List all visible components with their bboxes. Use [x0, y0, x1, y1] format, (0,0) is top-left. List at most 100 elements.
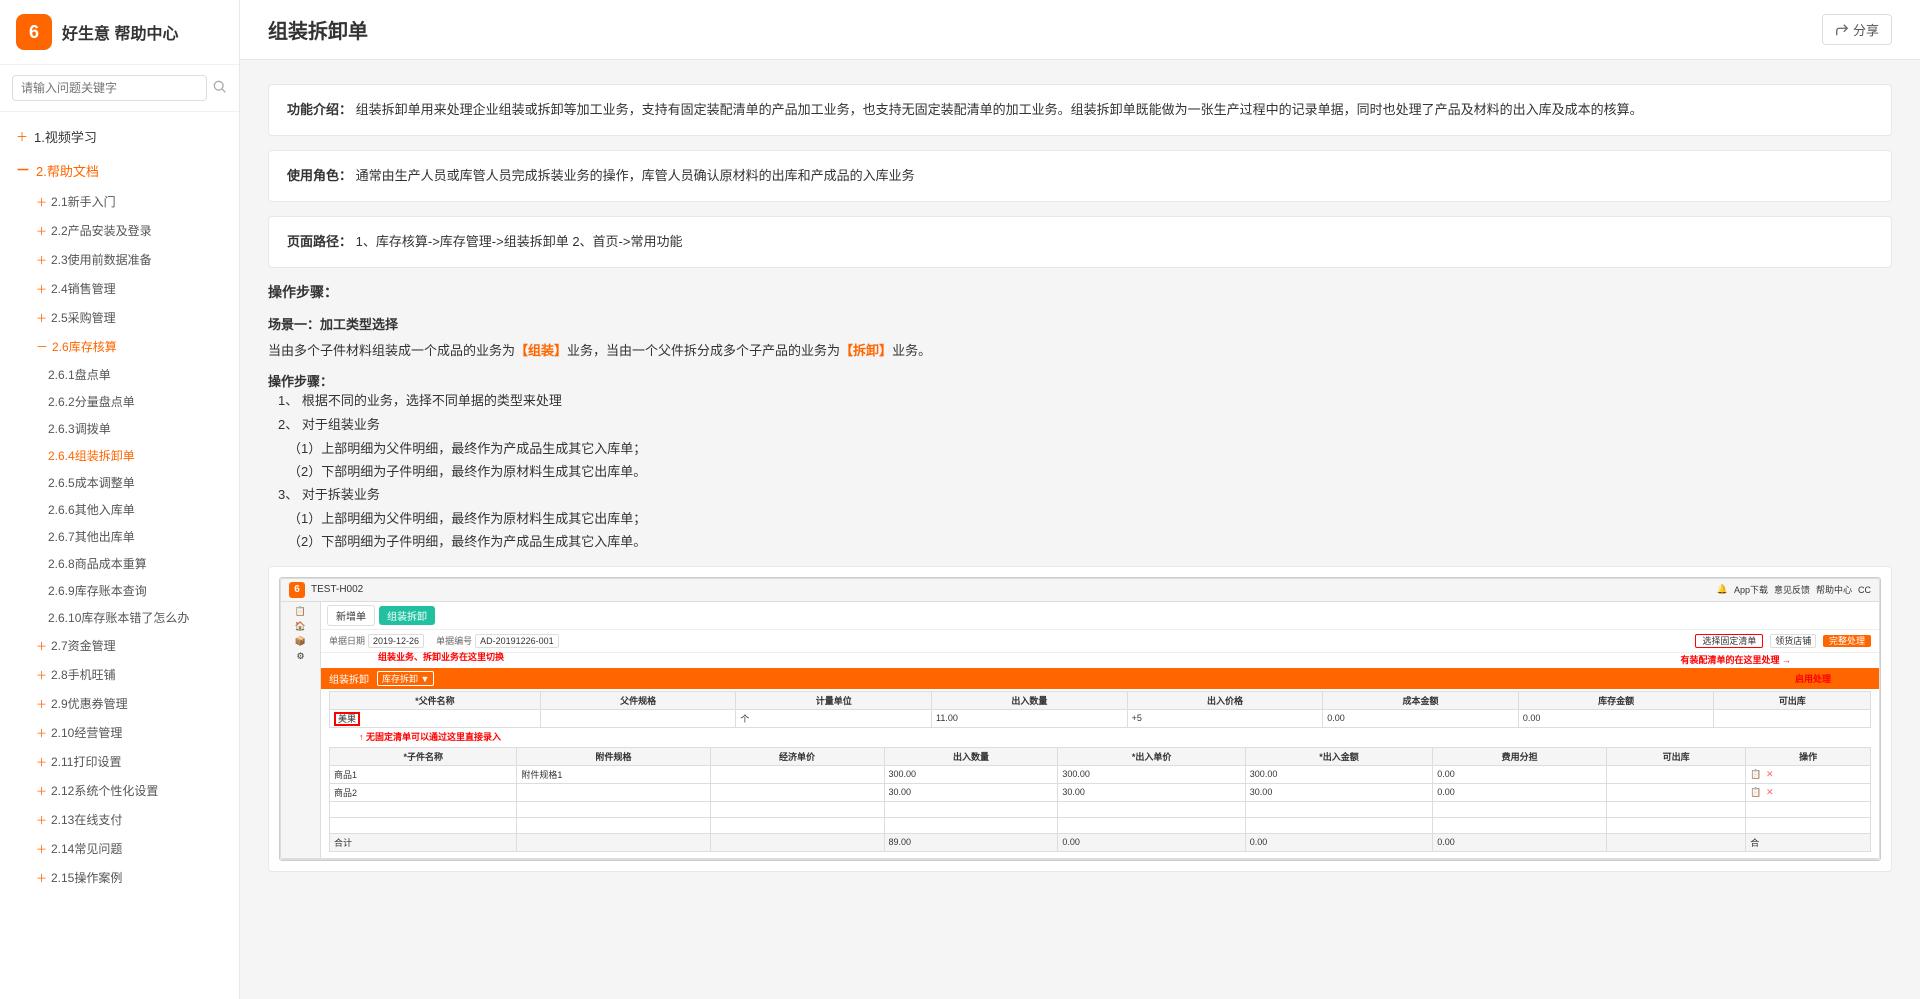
logo-icon: 6 — [16, 14, 52, 50]
step-1: 1、 根据不同的业务，选择不同单据的类型来处理 — [268, 390, 1892, 409]
sub-th-op: 操作 — [1746, 747, 1871, 765]
mock-ann-nolist: ↑ 无固定清单可以通过这里直接录入 — [359, 730, 501, 743]
sidebar-item-coupon[interactable]: ＋ 2.9优惠券管理 — [20, 689, 239, 718]
sub-td-amt-2: 30.00 — [1245, 783, 1432, 801]
scenario-1: 场景一：加工类型选择 当由多个子件材料组装成一个成品的业务为【组装】业务，当由一… — [268, 314, 1892, 549]
sub-th-share: 费用分担 — [1433, 747, 1607, 765]
sidebar-item-newbie[interactable]: ＋ 2.1新手入门 — [20, 187, 239, 216]
sidebar-item-cases[interactable]: ＋ 2.15操作案例 — [20, 863, 239, 892]
sidebar-item-finance[interactable]: ＋ 2.7资金管理 — [20, 631, 239, 660]
plus-icon: ＋ — [36, 812, 47, 828]
mock-left-icons: 📋 🏠 📦 ⚙ — [281, 602, 321, 858]
share-label: 分享 — [1853, 20, 1879, 39]
sidebar-item-other-outbound[interactable]: 2.6.7其他出库单 — [32, 523, 239, 550]
mock-parent-table: *父件名称 父件规格 计量单位 出入数量 出入价格 成本金额 库存金额 — [329, 691, 1871, 728]
delete-icon-2: ✕ — [1766, 787, 1774, 797]
td-inv: 0.00 — [1518, 709, 1714, 727]
sidebar: 6 好生意 帮助中心 ＋ 1.视频学习 － 2.帮助文档 — [0, 0, 240, 999]
search-input[interactable] — [12, 75, 207, 101]
path-label: 页面路径： — [287, 234, 352, 249]
td-price: +5 — [1127, 709, 1323, 727]
empty-4-8 — [1607, 817, 1746, 833]
item-label: 2.1新手入门 — [51, 193, 116, 210]
footer-empty-8 — [1607, 833, 1746, 851]
search-button[interactable] — [213, 80, 227, 97]
sidebar-item-cost-adjust[interactable]: 2.6.5成本调整单 — [32, 469, 239, 496]
sidebar-item-install[interactable]: ＋ 2.2产品安装及登录 — [20, 216, 239, 245]
share-button[interactable]: 分享 — [1822, 14, 1892, 45]
th-price: 出入价格 — [1127, 691, 1323, 709]
sub-td-op-1: 📋 ✕ — [1746, 765, 1871, 783]
page-header: 组装拆卸单 分享 — [240, 0, 1920, 60]
empty-4-6 — [1245, 817, 1432, 833]
empty-3-3 — [710, 801, 884, 817]
plus-icon: ＋ — [36, 252, 47, 268]
mock-orange-bar: 组装拆卸 库存拆卸 ▼ 组装业务、拆卸业务在这里切换 启用处理 — [321, 668, 1879, 689]
sidebar-item-transfer[interactable]: 2.6.3调拨单 — [32, 415, 239, 442]
sidebar-nav: ＋ 1.视频学习 － 2.帮助文档 ＋ 2.1新手入门 ＋ 2.2产品安装及登录 — [0, 112, 239, 999]
item-label: 2.14常见问题 — [51, 840, 122, 857]
sidebar-item-assembly[interactable]: 2.6.4组装拆卸单 — [32, 442, 239, 469]
mock-nav-icon2: 🏠 — [295, 621, 306, 632]
sidebar-item-mobile[interactable]: ＋ 2.8手机旺铺 — [20, 660, 239, 689]
sidebar-item-management[interactable]: ＋ 2.10经营管理 — [20, 718, 239, 747]
sidebar-item-inventory-ledger[interactable]: 2.6.9库存账本查询 — [32, 577, 239, 604]
sub-th-name: *子件名称 — [330, 747, 517, 765]
sidebar-item-other-inbound[interactable]: 2.6.6其他入库单 — [32, 496, 239, 523]
scenario-op-steps-label: 操作步骤： — [268, 371, 1892, 390]
footer-total-c: 0.00 — [1245, 833, 1432, 851]
footer-empty-3 — [710, 833, 884, 851]
item-label: 2.2产品安装及登录 — [51, 222, 152, 239]
sidebar-item-ledger-error[interactable]: 2.6.10库存账本错了怎么办 — [32, 604, 239, 631]
sidebar-item-partial-stocktake[interactable]: 2.6.2分量盘点单 — [32, 388, 239, 415]
empty-3-6 — [1245, 801, 1432, 817]
sidebar-item-personalize[interactable]: ＋ 2.12系统个性化设置 — [20, 776, 239, 805]
sidebar-item-payment[interactable]: ＋ 2.13在线支付 — [20, 805, 239, 834]
sub-td-price-2 — [710, 783, 884, 801]
mock-type-select: 库存拆卸 ▼ 组装业务、拆卸业务在这里切换 — [377, 671, 434, 686]
share-icon — [1835, 23, 1849, 37]
footer-total-p: 0.00 — [1058, 833, 1245, 851]
item-label: 2.9优惠券管理 — [51, 695, 128, 712]
item-label: 2.13在线支付 — [51, 811, 122, 828]
mock-help2: 帮助中心 — [1816, 583, 1852, 596]
step-2-sub-2: （2）下部明细为子件明细，最终作为原材料生成其它出库单。 — [268, 461, 1892, 480]
plus-icon: ＋ — [36, 783, 47, 799]
empty-4-2 — [517, 817, 710, 833]
path-intro-box: 页面路径： 1、库存核算->库存管理->组装拆卸单 2、首页->常用功能 — [268, 216, 1892, 268]
operation-steps-section: 操作步骤： 场景一：加工类型选择 当由多个子件材料组装成一个成品的业务为【组装】… — [268, 282, 1892, 871]
delete-icon: ✕ — [1766, 769, 1774, 779]
mock-complete-btn: 完整处理 — [1823, 635, 1871, 647]
sidebar-item-faq[interactable]: ＋ 2.14常见问题 — [20, 834, 239, 863]
sidebar-item-data-prep[interactable]: ＋ 2.3使用前数据准备 — [20, 245, 239, 274]
empty-4-3 — [710, 817, 884, 833]
nav-section-2: － 2.帮助文档 ＋ 2.1新手入门 ＋ 2.2产品安装及登录 ＋ 2.3使用前… — [0, 153, 239, 892]
sidebar-item-sales[interactable]: ＋ 2.4销售管理 — [20, 274, 239, 303]
mock-fixed-assembly: 选择固定清单 — [1695, 634, 1763, 648]
sidebar-item-inventory[interactable]: － 2.6库存核算 — [20, 332, 239, 361]
mock-tab-new: 新增单 — [327, 605, 375, 626]
item-label: 2.6库存核算 — [52, 338, 117, 355]
table-header-row: *父件名称 父件规格 计量单位 出入数量 出入价格 成本金额 库存金额 — [330, 691, 1871, 709]
td-cost: 0.00 — [1323, 709, 1519, 727]
sidebar-item-print[interactable]: ＋ 2.11打印设置 — [20, 747, 239, 776]
mock-sub-thead: *子件名称 附件规格 经济单价 出入数量 *出入单价 *出入金额 费用分担 — [330, 747, 1871, 765]
th-cost-amt: 成本金额 — [1323, 691, 1519, 709]
sub-td-name-2: 商品2 — [330, 783, 517, 801]
mock-date-label: 单据日期 — [329, 634, 365, 647]
sidebar-item-cost-recalc[interactable]: 2.6.8商品成本重算 — [32, 550, 239, 577]
mock-annotation-area: 选择固定清单 领货店铺 完整处理 — [1695, 634, 1871, 647]
mock-parent-table-area: *父件名称 父件规格 计量单位 出入数量 出入价格 成本金额 库存金额 — [321, 689, 1879, 745]
sidebar-item-stocktake[interactable]: 2.6.1盘点单 — [32, 361, 239, 388]
plus-icon: ＋ — [36, 696, 47, 712]
sidebar-item-video[interactable]: ＋ 1.视频学习 — [0, 120, 239, 153]
logo-icon-text: 6 — [29, 22, 39, 43]
plus-icon: ＋ — [36, 754, 47, 770]
mock-verify-btn: 领货店铺 — [1770, 634, 1816, 648]
plus-icon: ＋ — [36, 870, 47, 886]
plus-icon: ＋ — [36, 310, 47, 326]
sidebar-item-help-docs[interactable]: － 2.帮助文档 — [0, 153, 239, 187]
td-product-highlight: 美果 — [334, 712, 360, 726]
sidebar-item-purchase[interactable]: ＋ 2.5采购管理 — [20, 303, 239, 332]
copy-icon-2: 📋 — [1750, 787, 1761, 797]
